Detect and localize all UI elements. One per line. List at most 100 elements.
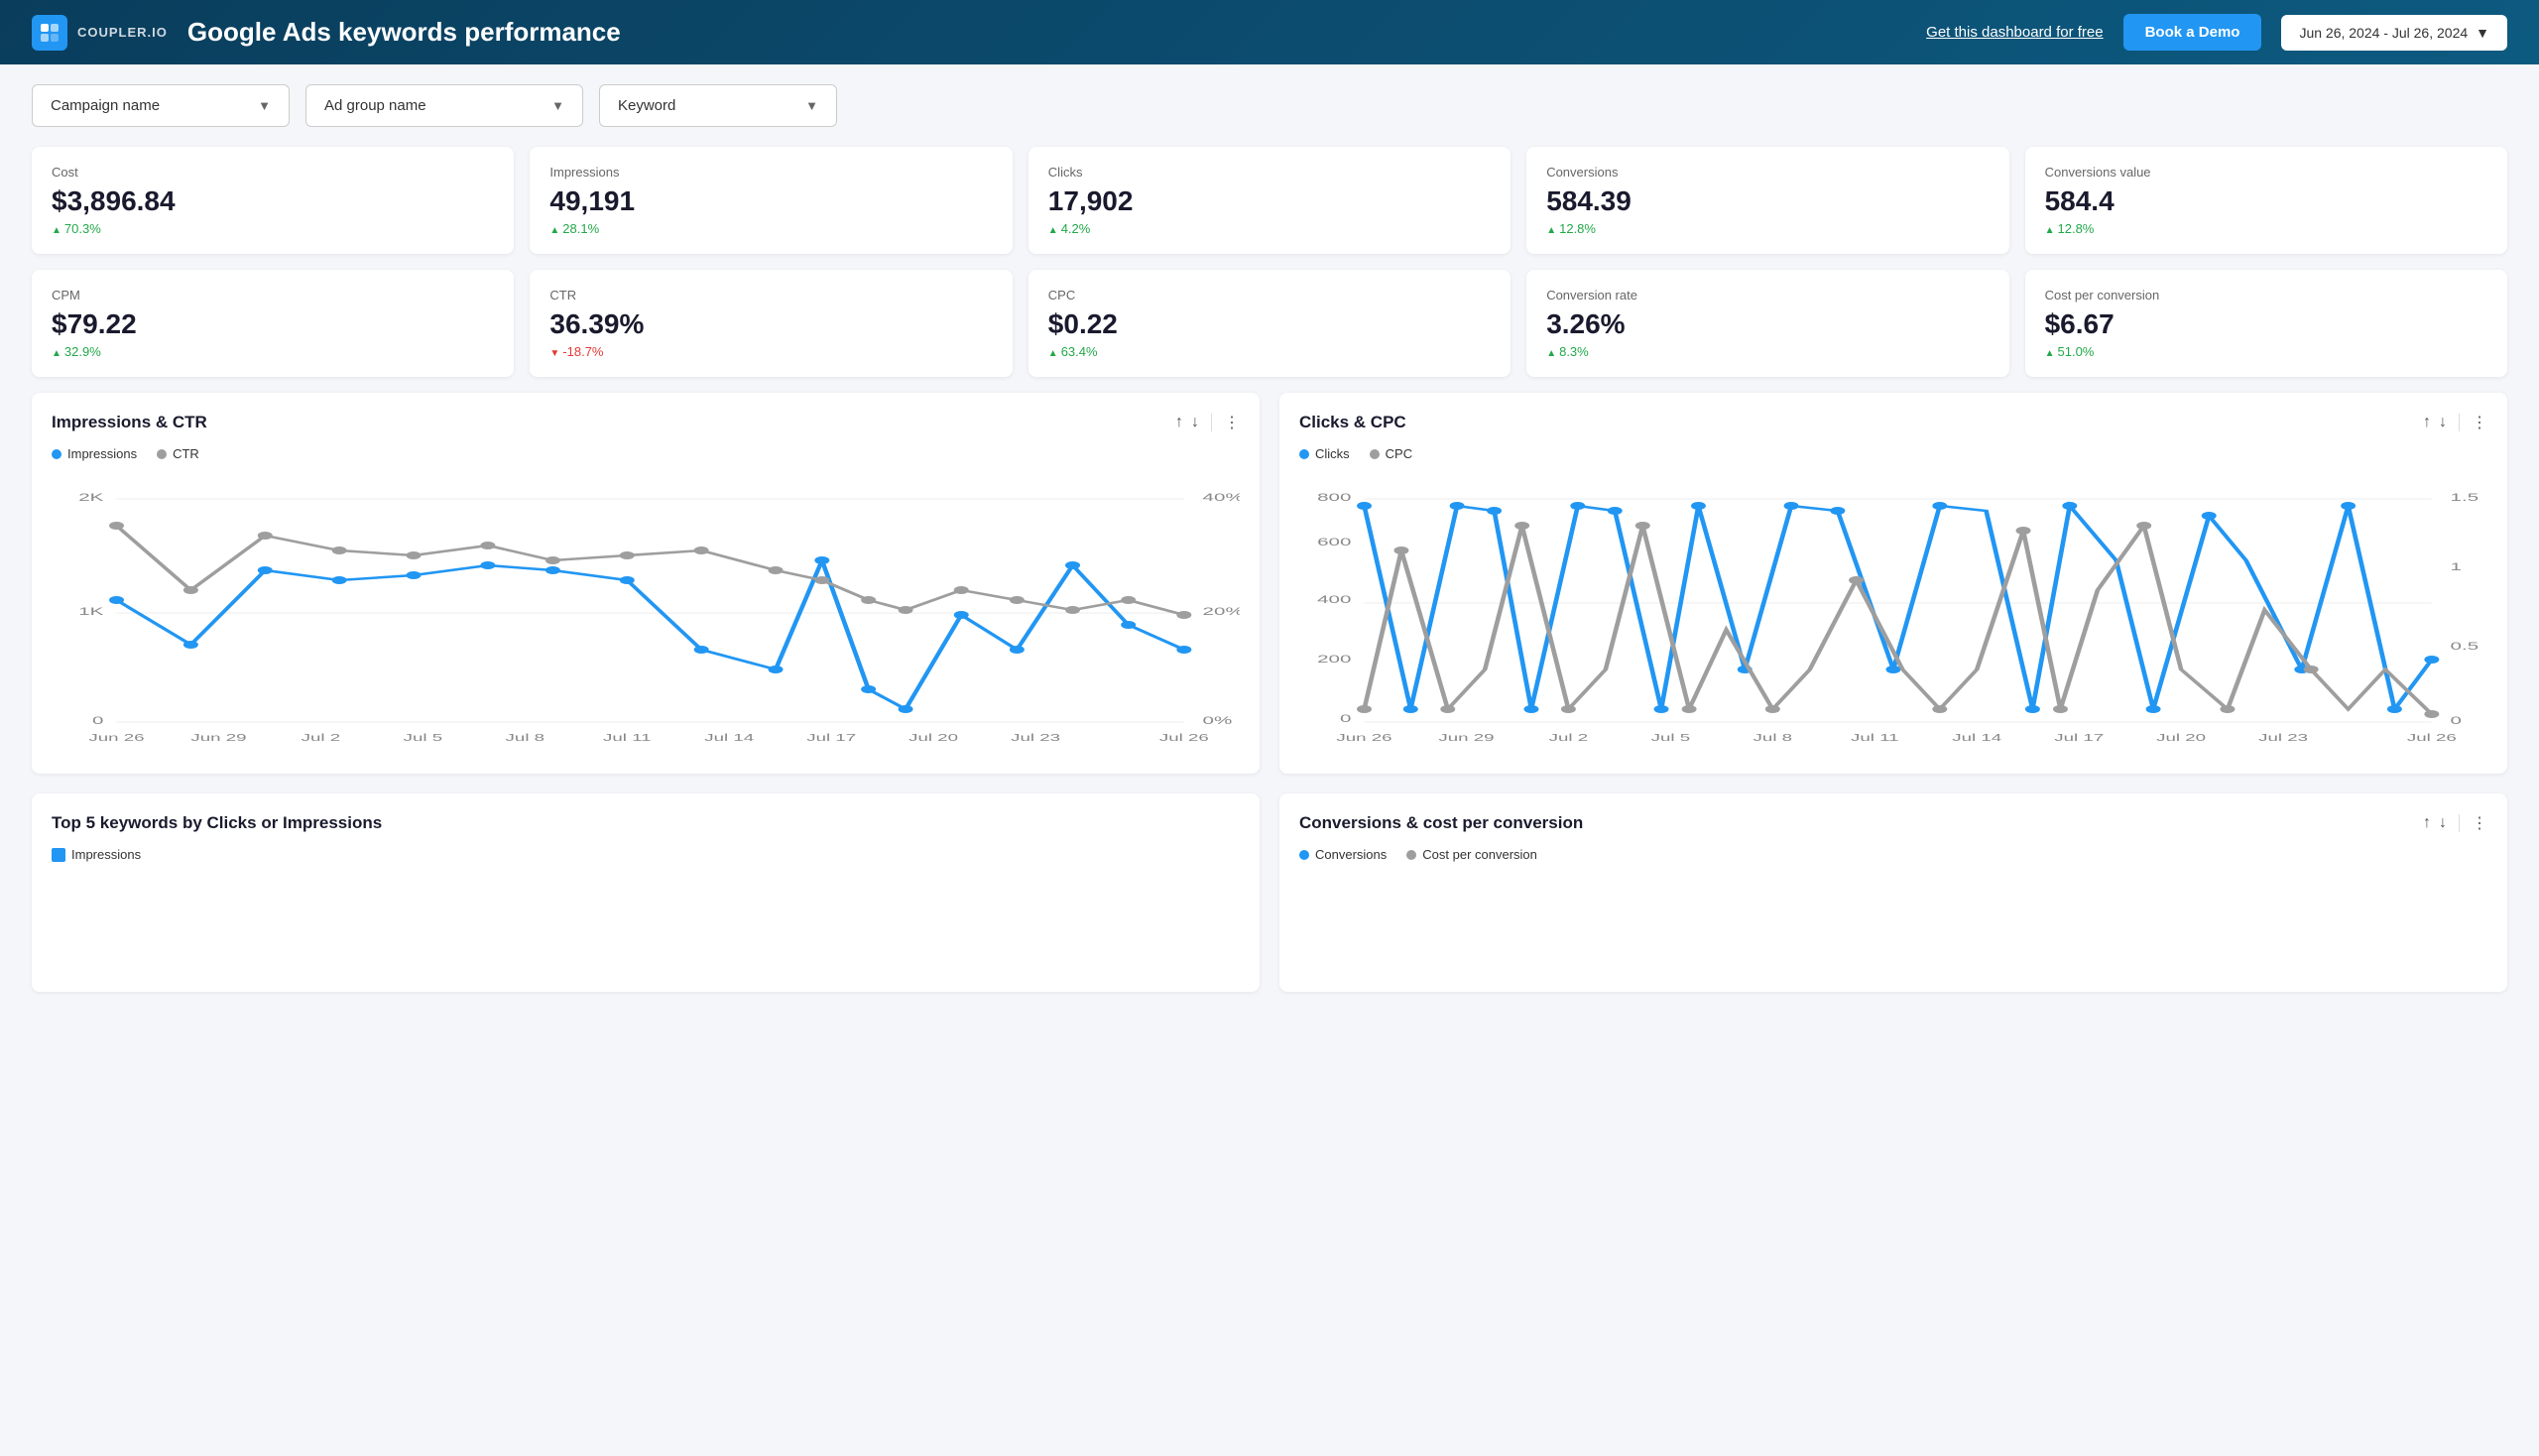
move-up-icon[interactable]: ↑ xyxy=(1175,414,1183,431)
kpi-cpc2-label: Cost per conversion xyxy=(2045,288,2487,303)
kpi-conv-rate-value: 3.26% xyxy=(1546,308,1989,340)
arrow-down-icon xyxy=(549,344,559,359)
more-options-icon[interactable]: ⋮ xyxy=(2472,813,2487,833)
kpi-ctr: CTR 36.39% -18.7% xyxy=(530,270,1012,377)
divider xyxy=(1211,414,1212,431)
move-up-icon[interactable]: ↑ xyxy=(2423,414,2431,431)
svg-text:Jul 11: Jul 11 xyxy=(1851,732,1899,743)
svg-text:40%: 40% xyxy=(1203,492,1240,504)
kpi-conversions-value: Conversions value 584.4 12.8% xyxy=(2025,147,2507,254)
chart-clicks-cpc: Clicks & CPC ↑ ↓ ⋮ Clicks CPC xyxy=(1279,393,2507,774)
svg-text:Jun 26: Jun 26 xyxy=(1336,732,1391,743)
kpi-impressions-change: 28.1% xyxy=(549,221,992,236)
kpi-cpc-value: $0.22 xyxy=(1048,308,1491,340)
svg-text:Jul 23: Jul 23 xyxy=(1011,732,1060,743)
svg-text:Jul 14: Jul 14 xyxy=(704,732,754,743)
kpi-cpc-change: 63.4% xyxy=(1048,344,1491,359)
chart2-title: Clicks & CPC xyxy=(1299,413,1406,432)
svg-text:Jul 26: Jul 26 xyxy=(1159,732,1209,743)
date-range-picker[interactable]: Jun 26, 2024 - Jul 26, 2024 ▼ xyxy=(2281,15,2507,51)
legend-cost-per-conv: Cost per conversion xyxy=(1406,847,1537,862)
bottom-row: Top 5 keywords by Clicks or Impressions … xyxy=(32,793,2507,992)
legend-dot-gray xyxy=(157,449,167,459)
bottom-card2-header: Conversions & cost per conversion ↑ ↓ ⋮ xyxy=(1299,813,2487,833)
svg-text:Jul 26: Jul 26 xyxy=(2407,732,2457,743)
svg-text:20%: 20% xyxy=(1203,606,1240,618)
move-down-icon[interactable]: ↓ xyxy=(2439,814,2447,832)
svg-text:1: 1 xyxy=(2451,561,2462,573)
arrow-up-icon xyxy=(1048,344,1058,359)
legend-ctr: CTR xyxy=(157,446,199,461)
svg-text:0%: 0% xyxy=(1203,715,1233,727)
kpi-row-1: Cost $3,896.84 70.3% Impressions 49,191 … xyxy=(32,147,2507,254)
svg-text:1K: 1K xyxy=(78,606,103,618)
chart1-actions: ↑ ↓ ⋮ xyxy=(1175,413,1240,432)
kpi-conv-value-label: Conversions value xyxy=(2045,165,2487,180)
legend-dot-blue xyxy=(52,449,61,459)
kpi-cpm-change: 32.9% xyxy=(52,344,494,359)
move-down-icon[interactable]: ↓ xyxy=(2439,414,2447,431)
bottom1-legend: Impressions xyxy=(52,847,1240,862)
kpi-cpm: CPM $79.22 32.9% xyxy=(32,270,514,377)
legend-conversions: Conversions xyxy=(1299,847,1387,862)
kpi-impressions-label: Impressions xyxy=(549,165,992,180)
bottom-card2-title: Conversions & cost per conversion xyxy=(1299,813,1583,833)
charts-row: Impressions & CTR ↑ ↓ ⋮ Impressions CTR xyxy=(32,393,2507,774)
svg-text:Jul 17: Jul 17 xyxy=(806,732,856,743)
kpi-row-2: CPM $79.22 32.9% CTR 36.39% -18.7% CPC $… xyxy=(32,270,2507,377)
campaign-filter-label: Campaign name xyxy=(51,97,160,114)
bottom-card1-header: Top 5 keywords by Clicks or Impressions xyxy=(52,813,1240,833)
arrow-up-icon xyxy=(52,221,61,236)
kpi-conversions-label: Conversions xyxy=(1546,165,1989,180)
divider xyxy=(2459,814,2460,832)
chart1-header: Impressions & CTR ↑ ↓ ⋮ xyxy=(52,413,1240,432)
kpi-ctr-change: -18.7% xyxy=(549,344,992,359)
filter-bar: Campaign name ▼ Ad group name ▼ Keyword … xyxy=(32,84,2507,127)
arrow-up-icon xyxy=(1048,221,1058,236)
svg-text:Jul 5: Jul 5 xyxy=(404,732,443,743)
legend-impressions-bar: Impressions xyxy=(52,847,141,862)
chart2-actions: ↑ ↓ ⋮ xyxy=(2423,413,2487,432)
kpi-conv-rate-change: 8.3% xyxy=(1546,344,1989,359)
chart-impressions-ctr: Impressions & CTR ↑ ↓ ⋮ Impressions CTR xyxy=(32,393,1260,774)
kpi-conversion-rate: Conversion rate 3.26% 8.3% xyxy=(1526,270,2008,377)
more-options-icon[interactable]: ⋮ xyxy=(1224,413,1240,432)
svg-text:Jul 2: Jul 2 xyxy=(1549,732,1589,743)
campaign-filter[interactable]: Campaign name ▼ xyxy=(32,84,290,127)
legend-impressions-bar-label: Impressions xyxy=(71,847,141,862)
arrow-up-icon xyxy=(1546,344,1556,359)
svg-text:1.5: 1.5 xyxy=(2451,492,2479,504)
svg-text:600: 600 xyxy=(1317,537,1351,548)
adgroup-filter[interactable]: Ad group name ▼ xyxy=(305,84,583,127)
legend-dot-gray xyxy=(1370,449,1380,459)
svg-text:Jul 11: Jul 11 xyxy=(603,732,652,743)
svg-text:0: 0 xyxy=(1340,713,1351,725)
keyword-filter[interactable]: Keyword ▼ xyxy=(599,84,837,127)
arrow-up-icon xyxy=(52,344,61,359)
kpi-cost-value: $3,896.84 xyxy=(52,185,494,217)
bottom2-actions: ↑ ↓ ⋮ xyxy=(2423,813,2487,833)
kpi-clicks: Clicks 17,902 4.2% xyxy=(1028,147,1511,254)
legend-dot-blue xyxy=(1299,449,1309,459)
svg-text:200: 200 xyxy=(1317,654,1351,666)
divider xyxy=(2459,414,2460,431)
svg-text:Jul 20: Jul 20 xyxy=(2156,732,2206,743)
book-demo-button[interactable]: Book a Demo xyxy=(2123,14,2262,51)
svg-text:0: 0 xyxy=(92,715,103,727)
kpi-impressions-value: 49,191 xyxy=(549,185,992,217)
get-dashboard-link[interactable]: Get this dashboard for free xyxy=(1926,24,2103,41)
keyword-filter-label: Keyword xyxy=(618,97,675,114)
kpi-cost-label: Cost xyxy=(52,165,494,180)
more-options-icon[interactable]: ⋮ xyxy=(2472,413,2487,432)
kpi-conv-value-val: 584.4 xyxy=(2045,185,2487,217)
date-range-label: Jun 26, 2024 - Jul 26, 2024 xyxy=(2299,25,2468,41)
kpi-ctr-label: CTR xyxy=(549,288,992,303)
move-down-icon[interactable]: ↓ xyxy=(1191,414,1199,431)
legend-cpc-label: CPC xyxy=(1386,446,1412,461)
move-up-icon[interactable]: ↑ xyxy=(2423,814,2431,832)
arrow-up-icon xyxy=(1546,221,1556,236)
kpi-conv-value-change: 12.8% xyxy=(2045,221,2487,236)
legend-dot-gray xyxy=(1406,850,1416,860)
kpi-conversions-change: 12.8% xyxy=(1546,221,1989,236)
bottom-card-keywords: Top 5 keywords by Clicks or Impressions … xyxy=(32,793,1260,992)
